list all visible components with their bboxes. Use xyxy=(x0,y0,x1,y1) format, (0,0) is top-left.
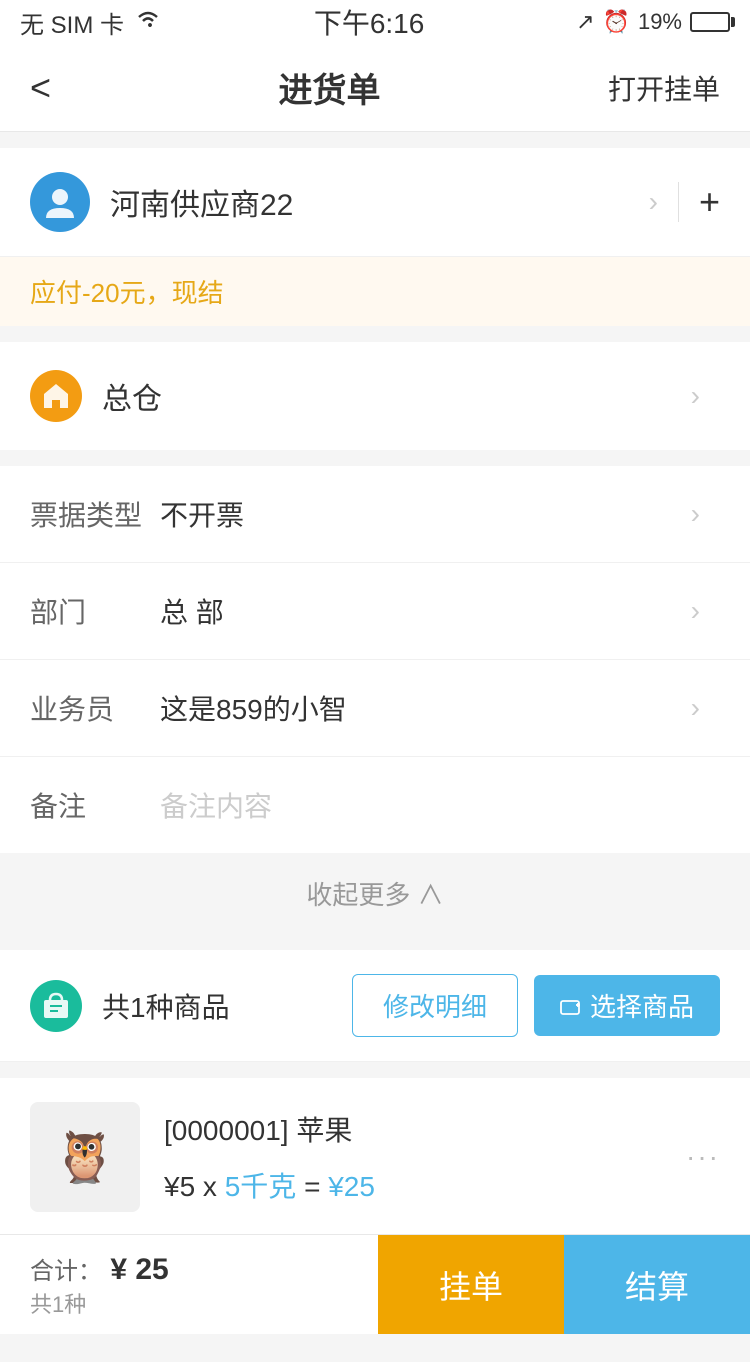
invoice-chevron-icon: › xyxy=(691,498,700,530)
owl-icon: 🦉 xyxy=(54,1128,116,1187)
alarm-icon: ⏰ xyxy=(603,9,630,35)
total-label: 合计： xyxy=(30,1258,102,1285)
product-name: [0000001] 苹果 xyxy=(164,1109,686,1149)
invoice-value: 不开票 xyxy=(150,494,691,534)
supplier-notice: 应付-20元，现结 xyxy=(0,257,750,326)
dept-row[interactable]: 部门 总 部 › xyxy=(0,563,750,660)
sales-row[interactable]: 业务员 这是859的小智 › xyxy=(0,660,750,757)
battery-icon xyxy=(690,12,730,32)
back-button[interactable]: < xyxy=(30,67,51,109)
status-bar: 无 SIM 卡 下午6:16 ↗ ⏰ 19% xyxy=(0,0,750,44)
total-amount: 合计： ¥ 25 xyxy=(30,1251,348,1287)
sales-chevron-icon: › xyxy=(691,692,700,724)
warehouse-icon xyxy=(30,370,82,422)
product-qty: 5千克 xyxy=(225,1171,297,1202)
cart-icon xyxy=(560,995,582,1017)
supplier-row[interactable]: 河南供应商22 › + xyxy=(0,148,750,257)
invoice-label: 票据类型 xyxy=(30,494,150,534)
bottom-bar: 合计： ¥ 25 共1种 挂单 结算 xyxy=(0,1234,750,1334)
select-product-label: 选择商品 xyxy=(590,987,694,1024)
chevron-right-icon: › xyxy=(649,186,658,218)
supplier-divider xyxy=(678,182,679,222)
dept-chevron-icon: › xyxy=(691,595,700,627)
sales-label: 业务员 xyxy=(30,688,150,728)
status-time: 下午6:16 xyxy=(314,2,425,42)
hang-button[interactable]: 挂单 xyxy=(378,1235,564,1334)
add-supplier-button[interactable]: + xyxy=(699,181,720,223)
products-count: 共1种商品 xyxy=(102,986,352,1026)
product-price: ¥5 x 5千克 = ¥25 xyxy=(164,1165,686,1205)
supplier-avatar xyxy=(30,172,90,232)
product-info: [0000001] 苹果 ¥5 x 5千克 = ¥25 xyxy=(164,1109,686,1205)
collapse-bar[interactable]: 收起更多 ∧ xyxy=(0,853,750,934)
battery-percent: 19% xyxy=(638,9,682,35)
warehouse-name: 总仓 xyxy=(102,374,691,418)
edit-details-button[interactable]: 修改明细 xyxy=(352,974,518,1037)
products-section: 共1种商品 修改明细 选择商品 xyxy=(0,950,750,1062)
supplier-name: 河南供应商22 xyxy=(110,180,649,224)
product-item: 🦉 [0000001] 苹果 ¥5 x 5千克 = ¥25 ··· xyxy=(0,1078,750,1236)
warehouse-chevron-icon: › xyxy=(691,380,700,412)
sales-value: 这是859的小智 xyxy=(150,688,691,728)
checkout-button[interactable]: 结算 xyxy=(564,1235,750,1334)
status-right: ↗ ⏰ 19% xyxy=(576,9,730,35)
product-more-button[interactable]: ··· xyxy=(686,1141,720,1173)
open-hang-button[interactable]: 打开挂单 xyxy=(608,68,720,108)
location-icon: ↗ xyxy=(576,9,594,35)
total-section: 合计： ¥ 25 共1种 xyxy=(0,1235,378,1334)
invoice-row[interactable]: 票据类型 不开票 › xyxy=(0,466,750,563)
total-sub: 共1种 xyxy=(30,1287,348,1319)
warehouse-row[interactable]: 总仓 › xyxy=(0,342,750,450)
page-title: 进货单 xyxy=(279,63,381,112)
remark-row[interactable]: 备注 备注内容 xyxy=(0,757,750,853)
remark-input[interactable]: 备注内容 xyxy=(150,785,720,825)
dept-label: 部门 xyxy=(30,591,150,631)
remark-label: 备注 xyxy=(30,785,150,825)
product-total: ¥25 xyxy=(328,1171,375,1202)
nav-bar: < 进货单 打开挂单 xyxy=(0,44,750,132)
select-product-button[interactable]: 选择商品 xyxy=(534,975,720,1036)
carrier-label: 无 SIM 卡 xyxy=(20,5,124,40)
product-thumbnail: 🦉 xyxy=(30,1102,140,1212)
dept-value: 总 部 xyxy=(150,591,691,631)
price-unit: ¥5 xyxy=(164,1171,195,1202)
supplier-section: 河南供应商22 › + 应付-20元，现结 xyxy=(0,148,750,326)
status-left: 无 SIM 卡 xyxy=(20,5,162,40)
products-header: 共1种商品 修改明细 选择商品 xyxy=(0,950,750,1062)
total-value: ¥ 25 xyxy=(110,1253,168,1286)
form-section: 票据类型 不开票 › 部门 总 部 › 业务员 这是859的小智 › 备注 备注… xyxy=(0,466,750,853)
products-icon xyxy=(30,980,82,1032)
wifi-icon xyxy=(134,8,162,36)
